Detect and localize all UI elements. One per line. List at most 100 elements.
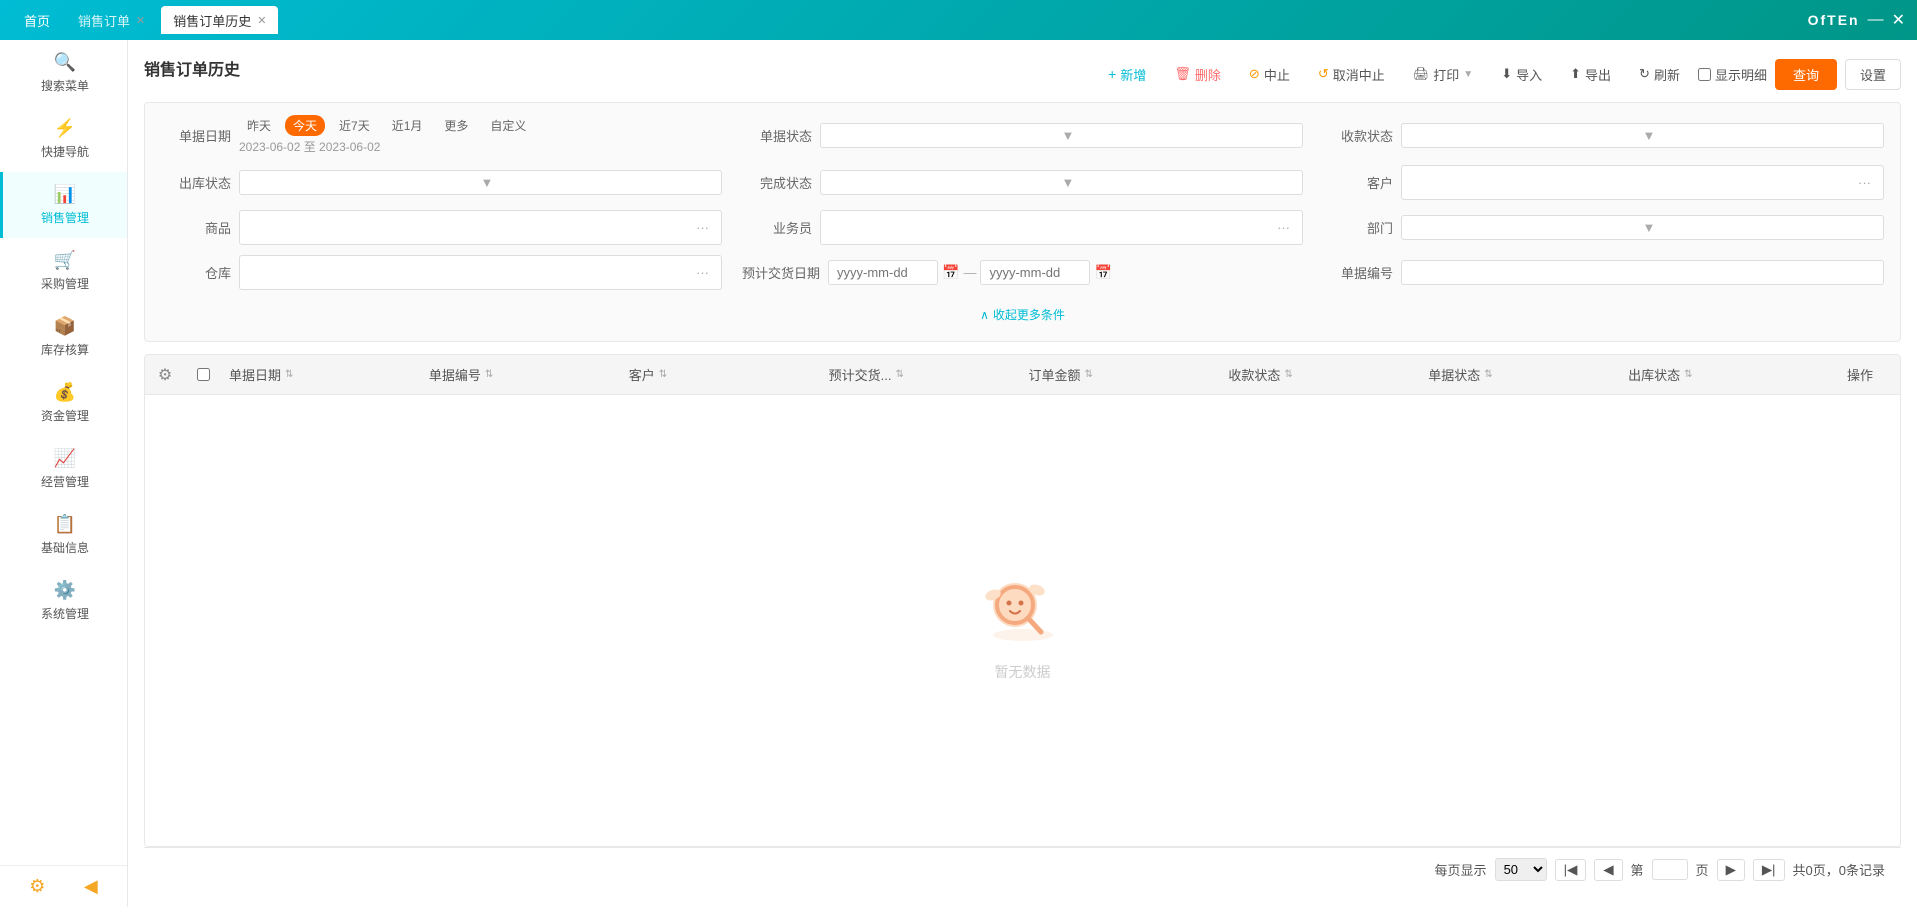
print-button[interactable]: 🖨 打印 ▼ bbox=[1403, 60, 1483, 89]
filter-item-warehouse: 仓库 ··· bbox=[161, 255, 722, 290]
delivery-date-range: 📅 — 📅 bbox=[828, 260, 1303, 285]
table-settings-icon[interactable]: ⚙ bbox=[158, 365, 172, 385]
warehouse-status-select[interactable]: ▼ bbox=[239, 170, 722, 195]
product-dots-icon[interactable]: ··· bbox=[692, 220, 713, 235]
prev-page-button[interactable]: ◀ bbox=[1594, 859, 1622, 881]
delete-button[interactable]: 🗑 删除 bbox=[1164, 60, 1231, 89]
new-label: 新增 bbox=[1120, 65, 1146, 84]
tab-home[interactable]: 首页 bbox=[12, 6, 62, 34]
col-delivery-sort-icon[interactable]: ⇅ bbox=[895, 369, 903, 380]
empty-state: 暂无数据 bbox=[973, 560, 1073, 682]
tab-sales-order-history-close[interactable]: ✕ bbox=[257, 14, 266, 27]
filter-section: 单据日期 昨天 今天 近7天 近1月 更多 自定义 2023-06-02 bbox=[144, 102, 1901, 342]
sidebar-item-search-menu[interactable]: 🔍 搜索菜单 bbox=[0, 40, 127, 106]
inventory-check-icon: 📦 bbox=[54, 316, 76, 337]
sidebar-item-search-menu-label: 搜索菜单 bbox=[41, 77, 89, 94]
filter-row-2: 出库状态 ▼ 完成状态 ▼ bbox=[161, 165, 1884, 200]
date-tag-yesterday[interactable]: 昨天 bbox=[239, 115, 279, 136]
filter-item-order-no: 单据编号 bbox=[1323, 260, 1884, 285]
warehouse-status-label: 出库状态 bbox=[161, 173, 231, 192]
order-no-input[interactable] bbox=[1401, 260, 1884, 285]
dept-select[interactable]: ▼ bbox=[1401, 215, 1884, 240]
col-no-sort-icon[interactable]: ⇅ bbox=[485, 369, 493, 380]
close-icon[interactable]: ✕ bbox=[1892, 10, 1905, 30]
delivery-date-to-input[interactable] bbox=[980, 260, 1090, 285]
date-tag-today[interactable]: 今天 bbox=[285, 115, 325, 136]
sidebar-item-basic-info[interactable]: 📋 基础信息 bbox=[0, 502, 127, 568]
stop-icon: ⊘ bbox=[1249, 66, 1260, 82]
sidebar-item-quick-nav[interactable]: ⚡ 快捷导航 bbox=[0, 106, 127, 172]
salesman-input[interactable] bbox=[829, 215, 1273, 240]
sidebar-item-system-mgmt[interactable]: ⚙️ 系统管理 bbox=[0, 568, 127, 634]
order-status-control: ▼ bbox=[820, 123, 1303, 148]
export-icon: ⬆ bbox=[1570, 66, 1581, 82]
stop-button[interactable]: ⊘ 中止 bbox=[1239, 60, 1300, 89]
refresh-button[interactable]: ↻ 刷新 bbox=[1629, 60, 1690, 89]
sidebar-item-capital-mgmt[interactable]: 💰 资金管理 bbox=[0, 370, 127, 436]
sidebar-collapse-icon[interactable]: ◀ bbox=[84, 876, 98, 897]
minimize-icon[interactable]: — bbox=[1868, 11, 1884, 29]
salesman-dots-icon[interactable]: ··· bbox=[1273, 220, 1294, 235]
date-tags: 昨天 今天 近7天 近1月 更多 自定义 bbox=[239, 115, 534, 136]
product-input[interactable] bbox=[248, 215, 692, 240]
col-date-label: 单据日期 bbox=[229, 365, 281, 384]
content-area: 销售订单历史 + 新增 🗑 删除 ⊘ 中止 ↺ 取消中止 bbox=[128, 40, 1917, 907]
refresh-label: 刷新 bbox=[1654, 65, 1680, 84]
refresh-icon: ↻ bbox=[1639, 66, 1650, 82]
col-date-sort-icon[interactable]: ⇅ bbox=[285, 369, 293, 380]
table-wrap: ⚙ 单据日期 ⇅ 单据编号 ⇅ 客户 ⇅ 预计交货... bbox=[144, 354, 1901, 847]
filter-item-customer: 客户 ··· bbox=[1323, 165, 1884, 200]
date-tag-1month[interactable]: 近1月 bbox=[384, 115, 431, 136]
query-button[interactable]: 查询 bbox=[1775, 59, 1837, 90]
complete-status-select[interactable]: ▼ bbox=[820, 170, 1303, 195]
cancel-stop-button[interactable]: ↺ 取消中止 bbox=[1308, 60, 1395, 89]
tab-sales-order[interactable]: 销售订单 ✕ bbox=[66, 6, 157, 34]
table-body: 暂无数据 bbox=[145, 395, 1900, 846]
date-tag-7days[interactable]: 近7天 bbox=[331, 115, 378, 136]
col-amount-sort-icon[interactable]: ⇅ bbox=[1085, 369, 1093, 380]
order-status-select[interactable]: ▼ bbox=[820, 123, 1303, 148]
page-number-input[interactable]: 1 bbox=[1652, 859, 1688, 880]
col-warehouse-status-sort-icon[interactable]: ⇅ bbox=[1684, 369, 1692, 380]
show-detail-checkbox[interactable] bbox=[1698, 68, 1711, 81]
sidebar-item-purchase-mgmt[interactable]: 🛒 采购管理 bbox=[0, 238, 127, 304]
sidebar-item-operations-mgmt[interactable]: 📈 经营管理 bbox=[0, 436, 127, 502]
search-menu-icon: 🔍 bbox=[54, 52, 76, 73]
table-col-receipt-status: 收款状态 ⇅ bbox=[1220, 365, 1420, 384]
pagination: 每页显示 50 10 20 100 |◀ ◀ 第 1 页 ▶ ▶| 共0页，0条… bbox=[144, 847, 1901, 891]
date-tag-more[interactable]: 更多 bbox=[436, 115, 476, 136]
order-status-label: 单据状态 bbox=[742, 126, 812, 145]
warehouse-label: 仓库 bbox=[161, 263, 231, 282]
calendar-from-icon[interactable]: 📅 bbox=[942, 264, 959, 281]
select-all-checkbox[interactable] bbox=[197, 368, 210, 381]
collapse-row[interactable]: ∧ 收起更多条件 bbox=[161, 300, 1884, 329]
export-button[interactable]: ⬆ 导出 bbox=[1560, 60, 1621, 89]
col-order-status-sort-icon[interactable]: ⇅ bbox=[1484, 369, 1492, 380]
tab-sales-order-history[interactable]: 销售订单历史 ✕ bbox=[161, 6, 278, 34]
table-header: ⚙ 单据日期 ⇅ 单据编号 ⇅ 客户 ⇅ 预计交货... bbox=[145, 355, 1900, 395]
delivery-date-from-input[interactable] bbox=[828, 260, 938, 285]
setting-button[interactable]: 设置 bbox=[1845, 59, 1901, 90]
customer-dots-icon[interactable]: ··· bbox=[1854, 175, 1875, 190]
date-tag-custom[interactable]: 自定义 bbox=[482, 115, 534, 136]
empty-text: 暂无数据 bbox=[995, 662, 1051, 682]
cancel-stop-icon: ↺ bbox=[1318, 66, 1329, 82]
last-page-button[interactable]: ▶| bbox=[1753, 859, 1785, 881]
next-page-button[interactable]: ▶ bbox=[1717, 859, 1745, 881]
sidebar-item-inventory-check[interactable]: 📦 库存核算 bbox=[0, 304, 127, 370]
first-page-button[interactable]: |◀ bbox=[1555, 859, 1587, 881]
import-button[interactable]: ⬇ 导入 bbox=[1491, 60, 1552, 89]
customer-input[interactable] bbox=[1410, 170, 1854, 195]
col-customer-sort-icon[interactable]: ⇅ bbox=[659, 369, 667, 380]
tab-sales-order-close[interactable]: ✕ bbox=[136, 14, 145, 27]
col-receipt-status-sort-icon[interactable]: ⇅ bbox=[1284, 369, 1292, 380]
col-amount-label: 订单金额 bbox=[1029, 365, 1081, 384]
new-button[interactable]: + 新增 bbox=[1098, 60, 1156, 89]
sidebar-item-sales-mgmt[interactable]: 📊 销售管理 bbox=[0, 172, 127, 238]
receipt-status-select[interactable]: ▼ bbox=[1401, 123, 1884, 148]
sidebar-settings-icon[interactable]: ⚙ bbox=[29, 876, 45, 897]
calendar-to-icon[interactable]: 📅 bbox=[1094, 264, 1111, 281]
warehouse-input[interactable] bbox=[248, 260, 692, 285]
warehouse-dots-icon[interactable]: ··· bbox=[692, 265, 713, 280]
per-page-select[interactable]: 50 10 20 100 bbox=[1495, 858, 1547, 881]
